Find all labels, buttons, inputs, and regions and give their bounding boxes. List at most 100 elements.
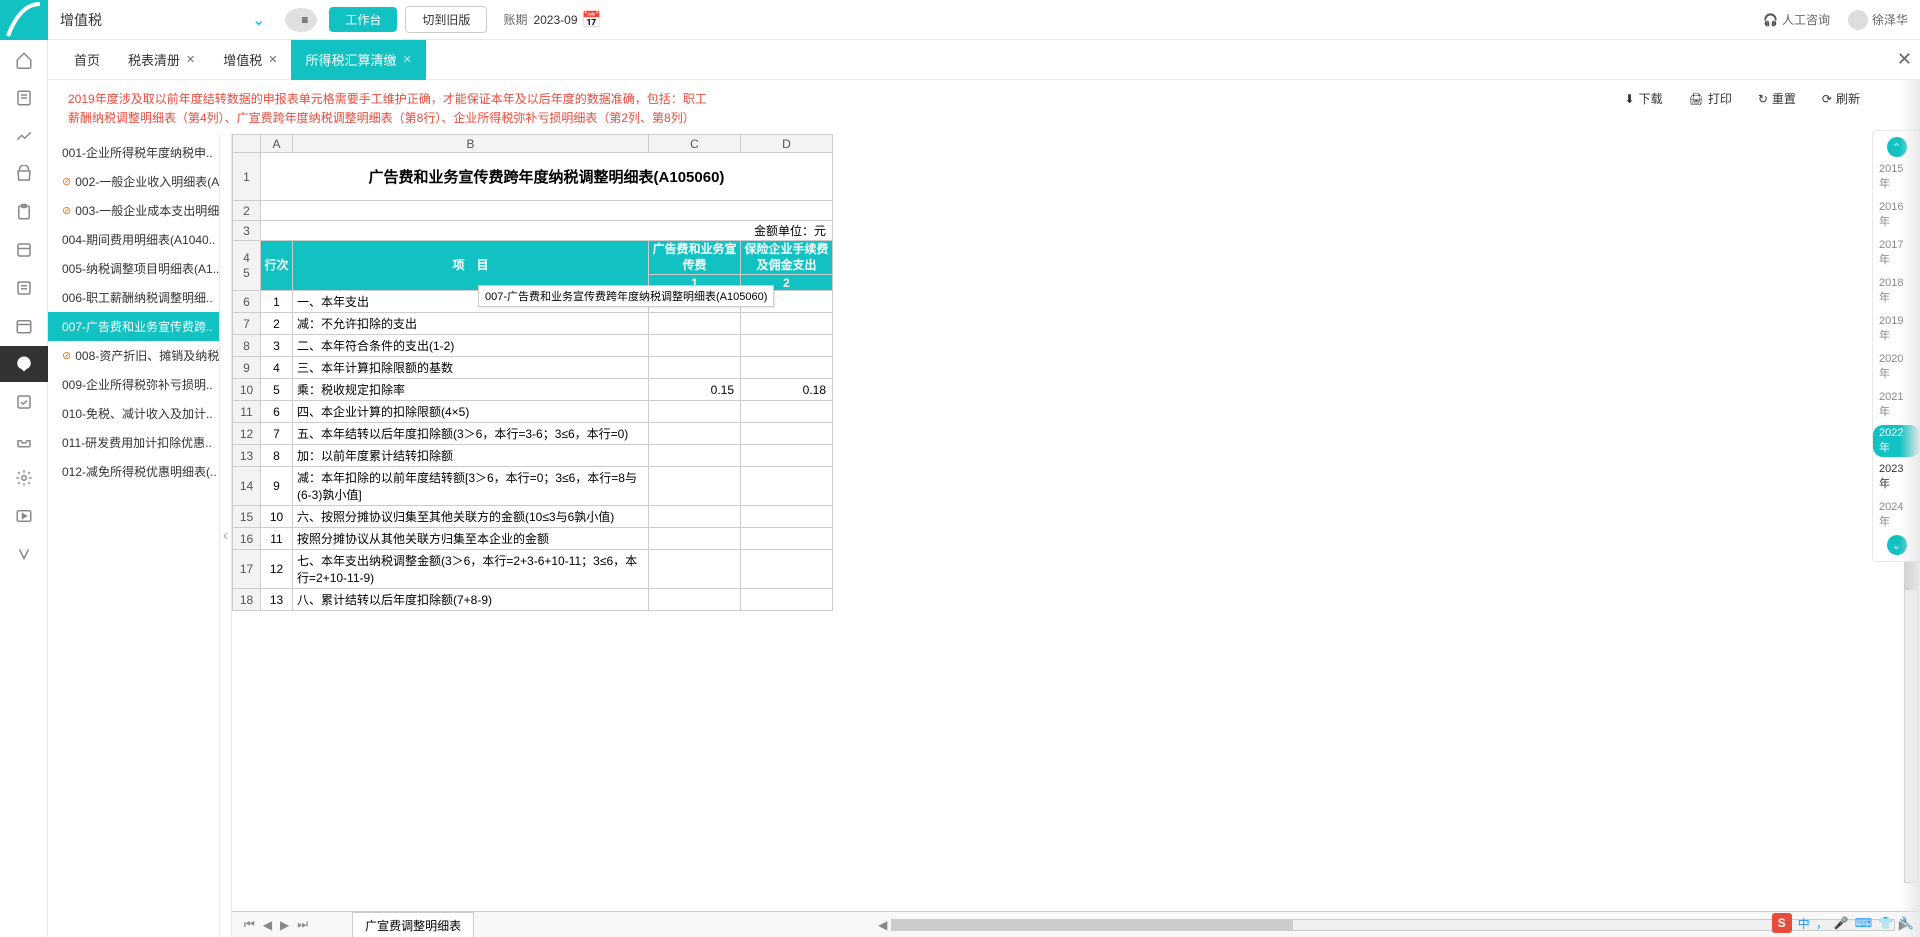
- tab[interactable]: 首页: [60, 40, 114, 80]
- ime-tool-icon[interactable]: 🔧: [1899, 916, 1914, 930]
- cell-value[interactable]: [649, 506, 741, 528]
- corner-cell[interactable]: [233, 135, 261, 153]
- row-header[interactable]: 16: [233, 528, 261, 550]
- row-header[interactable]: 17: [233, 550, 261, 589]
- refresh-button[interactable]: ⟳刷新: [1822, 90, 1860, 107]
- cell-rowno[interactable]: 10: [261, 506, 293, 528]
- sidebar-item[interactable]: 011-研发费用加计扣除优惠..: [48, 428, 219, 457]
- cell-label[interactable]: 六、按照分摊协议归集至其他关联方的金额(10≤3与6孰小值): [293, 506, 649, 528]
- row-header[interactable]: 3: [233, 221, 261, 241]
- row-header[interactable]: 12: [233, 423, 261, 445]
- sidebar-item[interactable]: 001-企业所得税年度纳税申..: [48, 138, 219, 167]
- module-dropdown-icon[interactable]: ⌄: [252, 10, 265, 30]
- sidebar-collapse-handle[interactable]: ‹: [220, 134, 232, 937]
- cell-label[interactable]: 减：不允许扣除的支出: [293, 313, 649, 335]
- cell-value[interactable]: [741, 423, 833, 445]
- ime-punct-icon[interactable]: ，: [1816, 915, 1828, 932]
- row-header[interactable]: 13: [233, 445, 261, 467]
- cell-value[interactable]: [649, 528, 741, 550]
- nav-form-icon[interactable]: [0, 232, 48, 268]
- workspace-button[interactable]: 工作台: [329, 7, 397, 32]
- cell-value[interactable]: [741, 313, 833, 335]
- sidebar-item[interactable]: ⊘008-资产折旧、摊销及纳税..: [48, 341, 219, 370]
- nav-bag-icon[interactable]: [0, 156, 48, 192]
- cell-value[interactable]: [649, 313, 741, 335]
- nav-chart-icon[interactable]: [0, 118, 48, 154]
- cell-label[interactable]: 三、本年计算扣除限额的基数: [293, 357, 649, 379]
- sheet-nav-next-icon[interactable]: ▶: [276, 918, 293, 932]
- cell-value[interactable]: [741, 357, 833, 379]
- row-header[interactable]: 14: [233, 467, 261, 506]
- cell-value[interactable]: [741, 506, 833, 528]
- sidebar-item[interactable]: ⊘002-一般企业收入明细表(A..: [48, 167, 219, 196]
- cell-value[interactable]: [649, 467, 741, 506]
- nav-list-icon[interactable]: [0, 270, 48, 306]
- close-all-tabs-icon[interactable]: ✕: [1897, 49, 1912, 70]
- cell-value[interactable]: [649, 445, 741, 467]
- row-header[interactable]: 6: [233, 291, 261, 313]
- tab[interactable]: 所得税汇算清缴✕: [291, 40, 425, 80]
- sidebar-item[interactable]: 007-广告费和业务宣传费跨..: [48, 312, 219, 341]
- cell-rowno[interactable]: 11: [261, 528, 293, 550]
- row-header[interactable]: 9: [233, 357, 261, 379]
- cell-label[interactable]: 减：本年扣除的以前年度结转额[3＞6，本行=0；3≤6，本行=8与(6-3)孰小…: [293, 467, 649, 506]
- calendar-icon[interactable]: 📅: [582, 10, 602, 30]
- row-header[interactable]: 10: [233, 379, 261, 401]
- ime-mic-icon[interactable]: 🎤: [1834, 916, 1849, 930]
- cell-rowno[interactable]: 7: [261, 423, 293, 445]
- col-header-a[interactable]: A: [261, 135, 293, 153]
- cell-value[interactable]: [649, 423, 741, 445]
- cell-rowno[interactable]: 3: [261, 335, 293, 357]
- cell-value[interactable]: [741, 467, 833, 506]
- cell-value[interactable]: [741, 335, 833, 357]
- sheet-nav-first-icon[interactable]: ⏮: [240, 917, 259, 932]
- cell-value[interactable]: [741, 445, 833, 467]
- nav-archive-icon[interactable]: [0, 384, 48, 420]
- row-header[interactable]: 7: [233, 313, 261, 335]
- sidebar-item[interactable]: 006-职工薪酬纳税调整明细..: [48, 283, 219, 312]
- sheet-nav-prev-icon[interactable]: ◀: [259, 918, 276, 932]
- sidebar-item[interactable]: 012-减免所得税优惠明细表(..: [48, 457, 219, 486]
- col-header-c[interactable]: C: [649, 135, 741, 153]
- sidebar-item[interactable]: 010-免税、减计收入及加计..: [48, 399, 219, 428]
- tab-close-icon[interactable]: ✕: [268, 53, 277, 66]
- nav-video-icon[interactable]: [0, 498, 48, 534]
- cell-value[interactable]: [649, 335, 741, 357]
- nav-inbox-icon[interactable]: [0, 422, 48, 458]
- cell[interactable]: [261, 201, 833, 221]
- download-button[interactable]: ⬇下载: [1625, 90, 1663, 107]
- circle-button[interactable]: ≡: [285, 8, 317, 32]
- cell-rowno[interactable]: 5: [261, 379, 293, 401]
- unit-cell[interactable]: 金额单位：元: [261, 221, 833, 241]
- scrollbar-thumb[interactable]: [892, 920, 1293, 930]
- ime-skin-icon[interactable]: 👕: [1878, 916, 1893, 930]
- header-rowno[interactable]: 行次: [261, 241, 293, 291]
- tab[interactable]: 增值税✕: [209, 40, 291, 80]
- switch-old-button[interactable]: 切到旧版: [405, 6, 487, 33]
- cell-label[interactable]: 五、本年结转以后年度扣除额(3＞6，本行=3-6；3≤6，本行=0): [293, 423, 649, 445]
- tab-close-icon[interactable]: ✕: [403, 53, 412, 66]
- cell-rowno[interactable]: 1: [261, 291, 293, 313]
- print-button[interactable]: 🖨打印: [1689, 90, 1732, 107]
- cell-label[interactable]: 乘：税收规定扣除率: [293, 379, 649, 401]
- nav-doc-icon[interactable]: [0, 80, 48, 116]
- scroll-left-icon[interactable]: ◀: [874, 918, 891, 932]
- cell-value[interactable]: [741, 550, 833, 589]
- cell-rowno[interactable]: 6: [261, 401, 293, 423]
- cell-value[interactable]: [741, 589, 833, 611]
- sidebar-item[interactable]: 005-纳税调整项目明细表(A1..: [48, 254, 219, 283]
- header-col1[interactable]: 广告费和业务宣传费: [649, 241, 741, 275]
- cell-label[interactable]: 八、累计结转以后年度扣除额(7+8-9): [293, 589, 649, 611]
- row-header[interactable]: 2: [233, 201, 261, 221]
- cell-value[interactable]: [741, 401, 833, 423]
- row-header[interactable]: 45: [233, 241, 261, 291]
- nav-home-icon[interactable]: [0, 42, 48, 78]
- cell-label[interactable]: 四、本企业计算的扣除限额(4×5): [293, 401, 649, 423]
- cell-rowno[interactable]: 4: [261, 357, 293, 379]
- cell-label[interactable]: 七、本年支出纳税调整金额(3＞6，本行=2+3-6+10-11；3≤6，本行=2…: [293, 550, 649, 589]
- nav-clipboard-icon[interactable]: [0, 194, 48, 230]
- cell-value[interactable]: [741, 528, 833, 550]
- header-project[interactable]: 项 目: [293, 241, 649, 291]
- cell-rowno[interactable]: 8: [261, 445, 293, 467]
- nav-tax-icon[interactable]: [0, 346, 48, 382]
